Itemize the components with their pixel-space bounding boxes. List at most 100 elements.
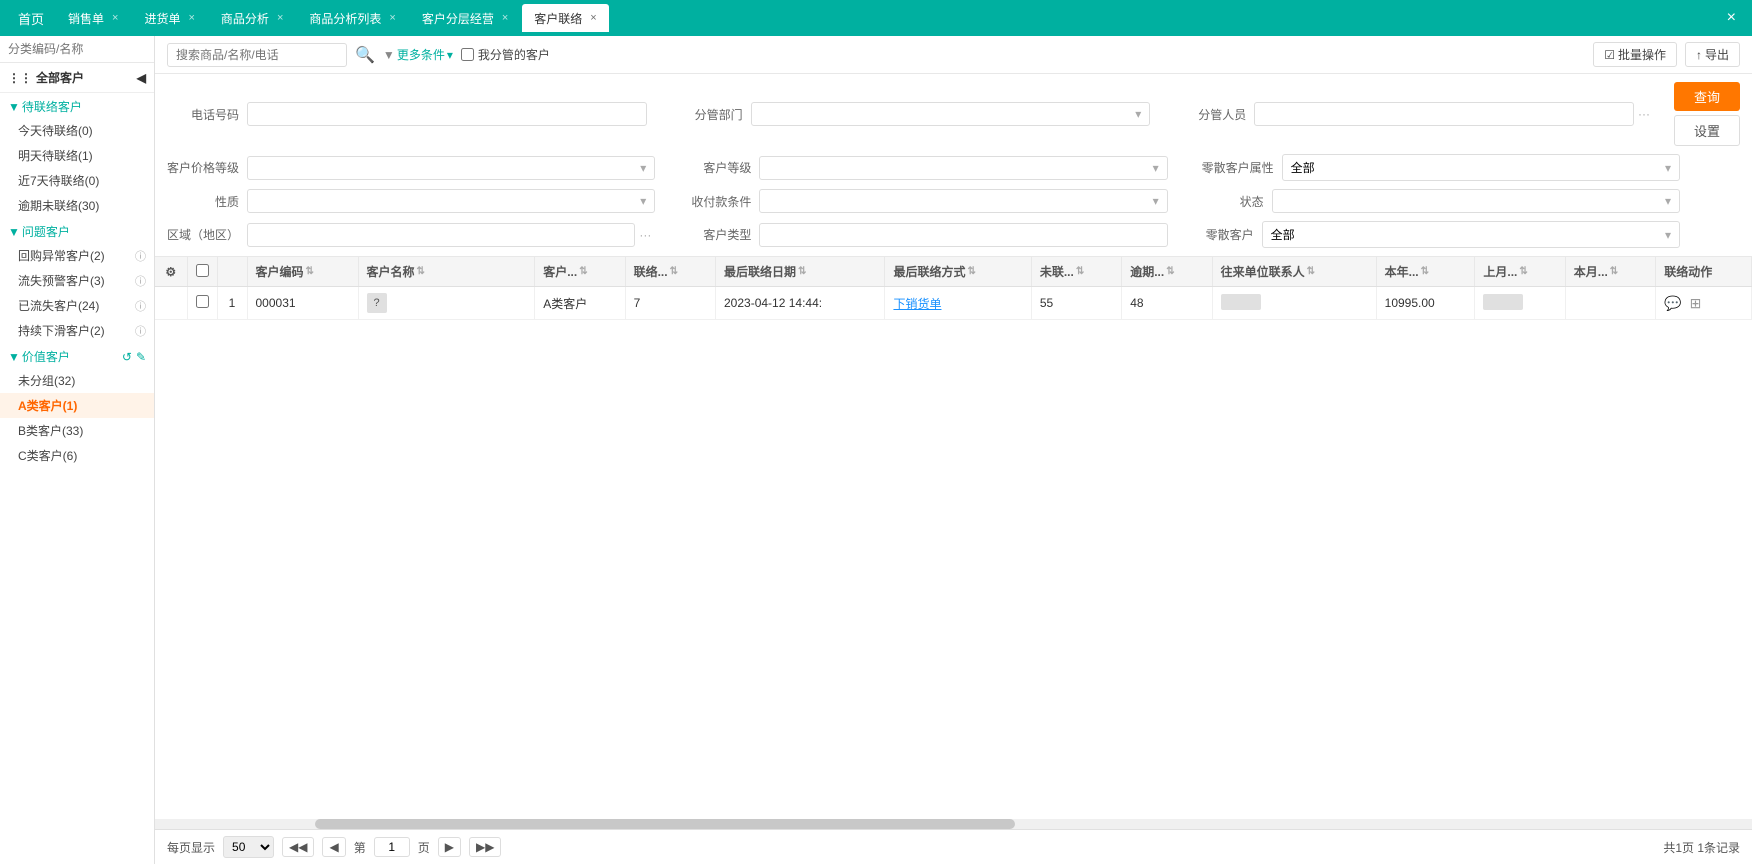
th-name[interactable]: 客户名称⇅ — [358, 257, 535, 287]
nav-home[interactable]: 首页 — [8, 9, 54, 28]
nature-select[interactable]: ▾ — [247, 189, 655, 213]
filter-field-status: 状态 ▾ — [1192, 189, 1680, 213]
sort-icon: ⇅ — [798, 266, 806, 277]
tab-sales-order[interactable]: 销售单 × — [56, 4, 130, 32]
filter-field-payment: 收付款条件 ▾ — [679, 189, 1167, 213]
first-page-button[interactable]: ◀◀ — [282, 837, 314, 857]
batch-operation-button[interactable]: ☑ 批量操作 — [1593, 42, 1677, 67]
chevron-down-icon: ▾ — [1153, 194, 1159, 208]
more-filters-button[interactable]: ▼ 更多条件 ▾ — [383, 46, 453, 63]
my-customers-checkbox[interactable]: 我分管的客户 — [461, 46, 550, 63]
price-level-select[interactable]: ▾ — [247, 156, 655, 180]
td-checkbox[interactable] — [187, 287, 217, 320]
query-button[interactable]: 查询 — [1674, 82, 1740, 111]
filter-field-retail-attr: 零散客户属性 全部 ▾ — [1192, 154, 1680, 181]
select-all-checkbox[interactable] — [196, 264, 209, 277]
tab-product-analysis-list[interactable]: 商品分析列表 × — [297, 4, 407, 32]
last-page-button[interactable]: ▶▶ — [469, 837, 501, 857]
payment-select[interactable]: ▾ — [759, 189, 1167, 213]
sidebar-group-problem-customers[interactable]: ▼ 问题客户 — [0, 218, 154, 243]
tab-customer-segment[interactable]: 客户分层经营 × — [410, 4, 520, 32]
close-tab-icon[interactable]: × — [112, 12, 118, 24]
page-number-input[interactable] — [374, 837, 410, 857]
prev-page-button[interactable]: ◀ — [322, 837, 345, 857]
sidebar-item-tomorrow-contact[interactable]: 明天待联络(1) — [0, 143, 154, 168]
horizontal-scrollbar[interactable] — [155, 819, 1752, 829]
customer-level-select[interactable]: ▾ — [759, 156, 1167, 180]
top-navigation: 首页 销售单 × 进货单 × 商品分析 × 商品分析列表 × 客户分层经营 × … — [0, 0, 1752, 36]
th-overdue[interactable]: 逾期...⇅ — [1122, 257, 1212, 287]
row-checkbox[interactable] — [196, 295, 209, 308]
settings-button[interactable]: 设置 — [1674, 115, 1740, 146]
sidebar-group-pending-contact[interactable]: ▼ 待联络客户 — [0, 93, 154, 118]
sidebar-item-class-a[interactable]: A类客户(1) — [0, 393, 154, 418]
sidebar-item-class-b[interactable]: B类客户(33) — [0, 418, 154, 443]
th-last-month[interactable]: 上月...⇅ — [1475, 257, 1565, 287]
next-page-button[interactable]: ▶ — [438, 837, 461, 857]
th-uncontacted[interactable]: 未联...⇅ — [1031, 257, 1121, 287]
th-this-year[interactable]: 本年...⇅ — [1376, 257, 1475, 287]
sidebar-group-value-customers[interactable]: ▼ 价值客户 ↺ ✎ — [0, 343, 154, 368]
filter-right-actions: ☑ 批量操作 ↑ 导出 — [1593, 42, 1740, 67]
sidebar-item-today-contact[interactable]: 今天待联络(0) — [0, 118, 154, 143]
close-tab-icon[interactable]: × — [188, 12, 194, 24]
status-select[interactable]: ▾ — [1272, 189, 1680, 213]
region-input[interactable] — [247, 223, 635, 247]
retail-customer-select[interactable]: 全部 ▾ — [1262, 221, 1680, 248]
region-dots-button[interactable]: ··· — [635, 228, 655, 242]
th-checkbox[interactable] — [187, 257, 217, 287]
tab-purchase-order[interactable]: 进货单 × — [132, 4, 206, 32]
sidebar: 🔍 ⋮⋮ 全部客户 ◀ ▼ 待联络客户 今天待联络(0) 明天待联络(1) 近7… — [0, 36, 155, 864]
chevron-down-icon: ▾ — [1665, 161, 1671, 175]
close-tab-icon[interactable]: × — [502, 12, 508, 24]
edit-icon[interactable]: ✎ — [136, 350, 146, 364]
sidebar-item-churned[interactable]: 已流失客户(24) ⓘ — [0, 293, 154, 318]
th-code[interactable]: 客户编码⇅ — [247, 257, 358, 287]
info-icon: ⓘ — [135, 298, 146, 314]
close-active-tab-icon[interactable]: × — [590, 12, 596, 24]
sort-icon: ⇅ — [1519, 266, 1527, 277]
sidebar-item-churn-warning[interactable]: 流失预警客户(3) ⓘ — [0, 268, 154, 293]
scroll-thumb[interactable] — [315, 819, 1015, 829]
search-input[interactable] — [167, 43, 347, 67]
th-actions: 联络动作 — [1656, 257, 1752, 287]
refresh-icon[interactable]: ↺ — [122, 350, 132, 364]
customer-type-input[interactable] — [759, 223, 1167, 247]
sidebar-item-7day-contact[interactable]: 近7天待联络(0) — [0, 168, 154, 193]
contact-method-link[interactable]: 下销货单 — [893, 297, 941, 311]
tab-customer-contact[interactable]: 客户联络 × — [522, 4, 608, 32]
th-last-contact-method[interactable]: 最后联络方式⇅ — [885, 257, 1031, 287]
phone-input[interactable] — [247, 102, 647, 126]
close-tab-icon[interactable]: × — [389, 12, 395, 24]
manager-input[interactable] — [1254, 102, 1634, 126]
close-tab-icon[interactable]: × — [277, 12, 283, 24]
export-button[interactable]: ↑ 导出 — [1685, 42, 1740, 67]
sidebar-collapse-icon[interactable]: ◀ — [137, 71, 146, 85]
sidebar-item-class-c[interactable]: C类客户(6) — [0, 443, 154, 468]
sidebar-item-overdue-contact[interactable]: 逾期未联络(30) — [0, 193, 154, 218]
per-page-select[interactable]: 50 100 200 — [223, 836, 274, 858]
th-type[interactable]: 客户...⇅ — [535, 257, 625, 287]
sidebar-item-declining[interactable]: 持续下滑客户(2) ⓘ — [0, 318, 154, 343]
td-unit-contact — [1212, 287, 1376, 320]
tab-product-analysis[interactable]: 商品分析 × — [209, 4, 295, 32]
manager-dots-button[interactable]: ··· — [1634, 107, 1654, 121]
message-icon[interactable]: 💬 — [1664, 295, 1681, 312]
sidebar-all-customers[interactable]: ⋮⋮ 全部客户 ◀ — [0, 63, 154, 93]
grid-action-icon[interactable]: ⊞ — [1690, 295, 1702, 312]
window-close-button[interactable]: × — [1719, 9, 1744, 27]
th-unit-contact[interactable]: 往来单位联系人⇅ — [1212, 257, 1376, 287]
td-last-contact-method: 下销货单 — [885, 287, 1031, 320]
search-button[interactable]: 🔍 — [355, 45, 375, 65]
th-last-contact-date[interactable]: 最后联络日期⇅ — [716, 257, 885, 287]
th-contact[interactable]: 联络...⇅ — [625, 257, 715, 287]
sidebar-item-unclassified[interactable]: 未分组(32) — [0, 368, 154, 393]
sort-icon: ⇅ — [967, 266, 975, 277]
retail-attr-select[interactable]: 全部 ▾ — [1282, 154, 1680, 181]
sidebar-item-repurchase-abnormal[interactable]: 回购异常客户(2) ⓘ — [0, 243, 154, 268]
department-select[interactable]: ▾ — [751, 102, 1151, 126]
th-this-month[interactable]: 本月...⇅ — [1565, 257, 1655, 287]
th-index — [217, 257, 247, 287]
sidebar-search-input[interactable] — [8, 42, 155, 56]
th-settings[interactable]: ⚙ — [155, 257, 187, 287]
